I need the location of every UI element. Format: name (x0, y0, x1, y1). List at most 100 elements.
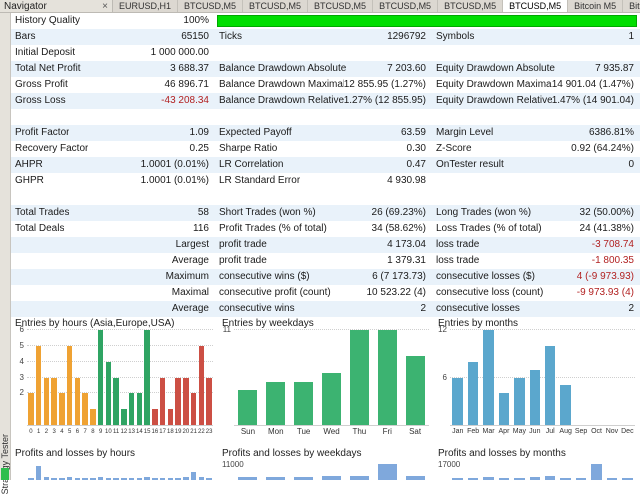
metric-label (11, 285, 15, 301)
metric-cell: Largest (11, 237, 215, 253)
result-tab[interactable]: BTCUSD,M5 (178, 0, 244, 12)
report-row: Total Deals 116 Profit Trades (% of total)… (11, 221, 640, 237)
metric-cell: Initial Deposit 1 000 000.00 (11, 45, 215, 61)
metric-label: Expected Payoff (219, 127, 292, 138)
result-tab[interactable]: Bitcoin M5 (568, 0, 624, 12)
x-tick-label: Jan (452, 428, 464, 435)
metric-value: 3 688.37 (170, 63, 209, 74)
metric-label: Loss Trades (% of total) (436, 223, 542, 234)
metric-cell: loss trade -1 800.35 (432, 253, 640, 269)
bar (190, 393, 197, 425)
metric-cell: Ticks 1296792 (215, 29, 432, 45)
metric-label: loss trade (436, 239, 480, 250)
x-tick-label: Mar (482, 428, 495, 435)
metric-label: Balance Drawdown Absolute (219, 63, 347, 74)
result-tab[interactable]: Bitcoin M5 (623, 0, 640, 12)
metric-label (432, 173, 436, 189)
metric-label: Total Net Profit (15, 63, 81, 74)
metric-value: 1 000 000.00 (150, 47, 209, 58)
metric-label: LR Standard Error (219, 175, 301, 186)
x-tick-label: 16 (151, 429, 159, 435)
x-tick-label: 3 (52, 429, 56, 435)
bar (514, 377, 525, 425)
metric-cell (432, 173, 640, 189)
metric-value: 34 (58.62%) (371, 223, 426, 234)
metric-value: Maximal (171, 287, 209, 298)
chart-plot: 11000 (220, 460, 429, 480)
report-row: Gross Profit 46 896.71 Balance Drawdown Ma… (11, 77, 640, 93)
metric-value: -3 708.74 (591, 239, 634, 250)
y-tick-label: 4 (19, 356, 24, 366)
metric-cell: Equity Drawdown Relative 1.47% (14 901.04… (432, 93, 640, 109)
bar (90, 409, 96, 425)
report-row: Bars 65150 Ticks 1296792 Symbols 1 (11, 29, 640, 45)
x-tick-label: 12 (120, 429, 128, 435)
metric-value: 1 (628, 31, 634, 42)
result-tab[interactable]: BTCUSD,M5 (503, 0, 569, 12)
x-tick-label: 10 (105, 429, 112, 435)
bar (183, 377, 189, 425)
metric-cell: Gross Loss -43 208.34 (11, 93, 215, 109)
bar (66, 345, 73, 425)
chart-title: Profits and losses by weekdays (222, 448, 362, 459)
metric-cell (215, 45, 432, 61)
result-tab[interactable]: BTCUSD,M5 (373, 0, 439, 12)
result-tab[interactable]: BTCUSD,M5 (438, 0, 504, 12)
bar (35, 466, 42, 480)
metric-value: 12 855.95 (1.27%) (343, 79, 426, 90)
tester-tab-indicator (1, 468, 9, 480)
metric-value: 1 379.31 (387, 255, 426, 266)
chart: Entries by weekdays 11 Sun Mon Tue Wed Thu Fri S… (218, 317, 434, 437)
navigator-title: Navigator (4, 0, 47, 12)
metric-value: -43 208.34 (161, 95, 209, 106)
metric-cell: consecutive loss (count) -9 973.93 (4) (432, 285, 640, 301)
metric-cell: Profit Trades (% of total) 34 (58.62%) (215, 221, 432, 237)
close-icon[interactable]: × (102, 1, 112, 12)
report-row: Profit Factor 1.09 Expected Payoff 63.59 Mar… (11, 125, 640, 141)
navigator-panel-header: Navigator × (0, 0, 113, 13)
x-tick-label: Sat (409, 427, 422, 436)
bar (159, 377, 166, 425)
bar (144, 330, 150, 425)
bar (82, 393, 88, 425)
metric-label (11, 253, 15, 269)
bar (349, 476, 369, 480)
x-tick-label: 19 (174, 429, 182, 435)
metric-value: 4 930.98 (387, 175, 426, 186)
bar (238, 390, 258, 425)
result-tab[interactable]: BTCUSD,M5 (308, 0, 374, 12)
bar (483, 330, 494, 425)
result-tab[interactable]: BTCUSD,M5 (243, 0, 309, 12)
bar (529, 369, 541, 425)
bar (405, 476, 425, 480)
x-tick-label: 5 (67, 429, 72, 435)
bar (591, 464, 602, 480)
chart-plot: 2 3 4 5 6 0 1 2 3 4 5 6 7 8 9 10 11 12 13 14 15 16 17 18 19 20 21 2… (20, 326, 213, 437)
metric-label: Total Deals (15, 223, 65, 234)
metric-label: consecutive losses (436, 303, 520, 314)
x-tick-label: 7 (83, 429, 87, 435)
report-row: Initial Deposit 1 000 000.00 (11, 45, 640, 61)
metric-value: 6 (7 173.73) (372, 271, 426, 282)
metric-cell: consecutive losses ($) 4 (-9 973.93) (432, 269, 640, 285)
metric-cell: consecutive losses 2 (432, 301, 640, 317)
strategy-tester-vertical-tab[interactable]: Strategy Tester (0, 434, 10, 494)
y-tick-label: 2 (19, 388, 24, 398)
metric-cell: Loss Trades (% of total) 24 (41.38%) (432, 221, 640, 237)
metric-label: consecutive loss (count) (436, 287, 544, 298)
chart: Entries by hours (Asia,Europe,USA) 2 3 4 5 6 0… (11, 317, 218, 437)
result-tab[interactable]: EURUSD,H1 (113, 0, 179, 12)
metric-value: 58 (197, 207, 209, 218)
x-tick-label: Aug (559, 428, 572, 435)
x-tick-label: Jul (545, 428, 555, 435)
metric-label: consecutive wins ($) (219, 271, 310, 282)
bar (167, 409, 173, 425)
x-tick-label: 21 (190, 429, 197, 435)
metric-value: 100% (183, 15, 209, 26)
metric-label: profit trade (219, 255, 267, 266)
metric-value: 7 203.60 (387, 63, 426, 74)
x-tick-label: Dec (621, 428, 634, 435)
metric-label (215, 45, 219, 61)
metric-label (11, 301, 15, 317)
metric-value: 1296792 (387, 31, 426, 42)
